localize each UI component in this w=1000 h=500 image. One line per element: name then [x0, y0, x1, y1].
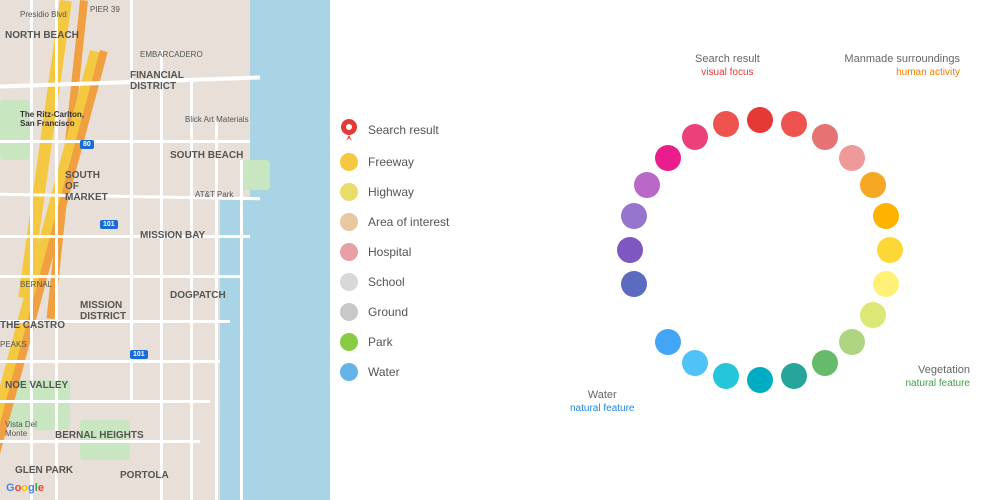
- wheel-dot: [873, 203, 899, 229]
- legend-label-freeway: Freeway: [368, 155, 414, 169]
- legend-item-highway: Highway: [340, 183, 500, 201]
- wheel-dot: [747, 367, 773, 393]
- wheel-dot: [877, 237, 903, 263]
- highway-dot-icon: [340, 183, 358, 201]
- search-result-pin-icon: [340, 119, 358, 141]
- legend-label-highway: Highway: [368, 185, 414, 199]
- wheel-dot: [634, 172, 660, 198]
- color-wheel: [590, 80, 930, 420]
- legend: Search result Freeway Highway Area of in…: [340, 119, 500, 381]
- freeway-dot-icon: [340, 153, 358, 171]
- wheel-dot: [682, 350, 708, 376]
- wheel-dot: [812, 124, 838, 150]
- park-dot-icon: [340, 333, 358, 351]
- legend-label-area-of-interest: Area of interest: [368, 215, 449, 229]
- wheel-dot: [860, 172, 886, 198]
- legend-item-school: School: [340, 273, 500, 291]
- wheel-dot: [781, 111, 807, 137]
- right-panel: Search result Freeway Highway Area of in…: [330, 0, 1000, 500]
- ground-dot-icon: [340, 303, 358, 321]
- wheel-dot: [860, 302, 886, 328]
- legend-item-water: Water: [340, 363, 500, 381]
- area-of-interest-dot-icon: [340, 213, 358, 231]
- wheel-label-vegetation: Vegetation natural feature: [906, 363, 971, 390]
- wheel-dot: [781, 363, 807, 389]
- wheel-dot: [812, 350, 838, 376]
- water-dot-icon: [340, 363, 358, 381]
- legend-label-water: Water: [368, 365, 400, 379]
- legend-item-search-result: Search result: [340, 119, 500, 141]
- wheel-dot: [873, 271, 899, 297]
- legend-label-hospital: Hospital: [368, 245, 411, 259]
- legend-item-park: Park: [340, 333, 500, 351]
- wheel-dot: [839, 145, 865, 171]
- wheel-dot: [713, 363, 739, 389]
- school-dot-icon: [340, 273, 358, 291]
- legend-label-park: Park: [368, 335, 393, 349]
- legend-item-freeway: Freeway: [340, 153, 500, 171]
- google-logo: Google: [6, 482, 44, 494]
- wheel-dot: [655, 145, 681, 171]
- map-panel: Presidio Blvd NORTH BEACH PIER 39 EMBARC…: [0, 0, 330, 500]
- color-wheel-container: Search result visual focus Manmade surro…: [530, 30, 990, 470]
- wheel-dot: [713, 111, 739, 137]
- legend-label-ground: Ground: [368, 305, 408, 319]
- wheel-dot: [621, 203, 647, 229]
- wheel-dot: [682, 124, 708, 150]
- legend-item-hospital: Hospital: [340, 243, 500, 261]
- legend-item-area-of-interest: Area of interest: [340, 213, 500, 231]
- legend-label-school: School: [368, 275, 405, 289]
- wheel-dot: [621, 271, 647, 297]
- legend-label-search-result: Search result: [368, 123, 439, 137]
- wheel-dot: [839, 329, 865, 355]
- wheel-label-water: Water natural feature: [570, 388, 635, 415]
- wheel-dot: [617, 237, 643, 263]
- hospital-dot-icon: [340, 243, 358, 261]
- legend-item-ground: Ground: [340, 303, 500, 321]
- wheel-label-search-result: Search result visual focus: [695, 52, 760, 79]
- wheel-label-manmade: Manmade surroundings human activity: [844, 52, 960, 79]
- wheel-dot: [747, 107, 773, 133]
- wheel-dot: [655, 329, 681, 355]
